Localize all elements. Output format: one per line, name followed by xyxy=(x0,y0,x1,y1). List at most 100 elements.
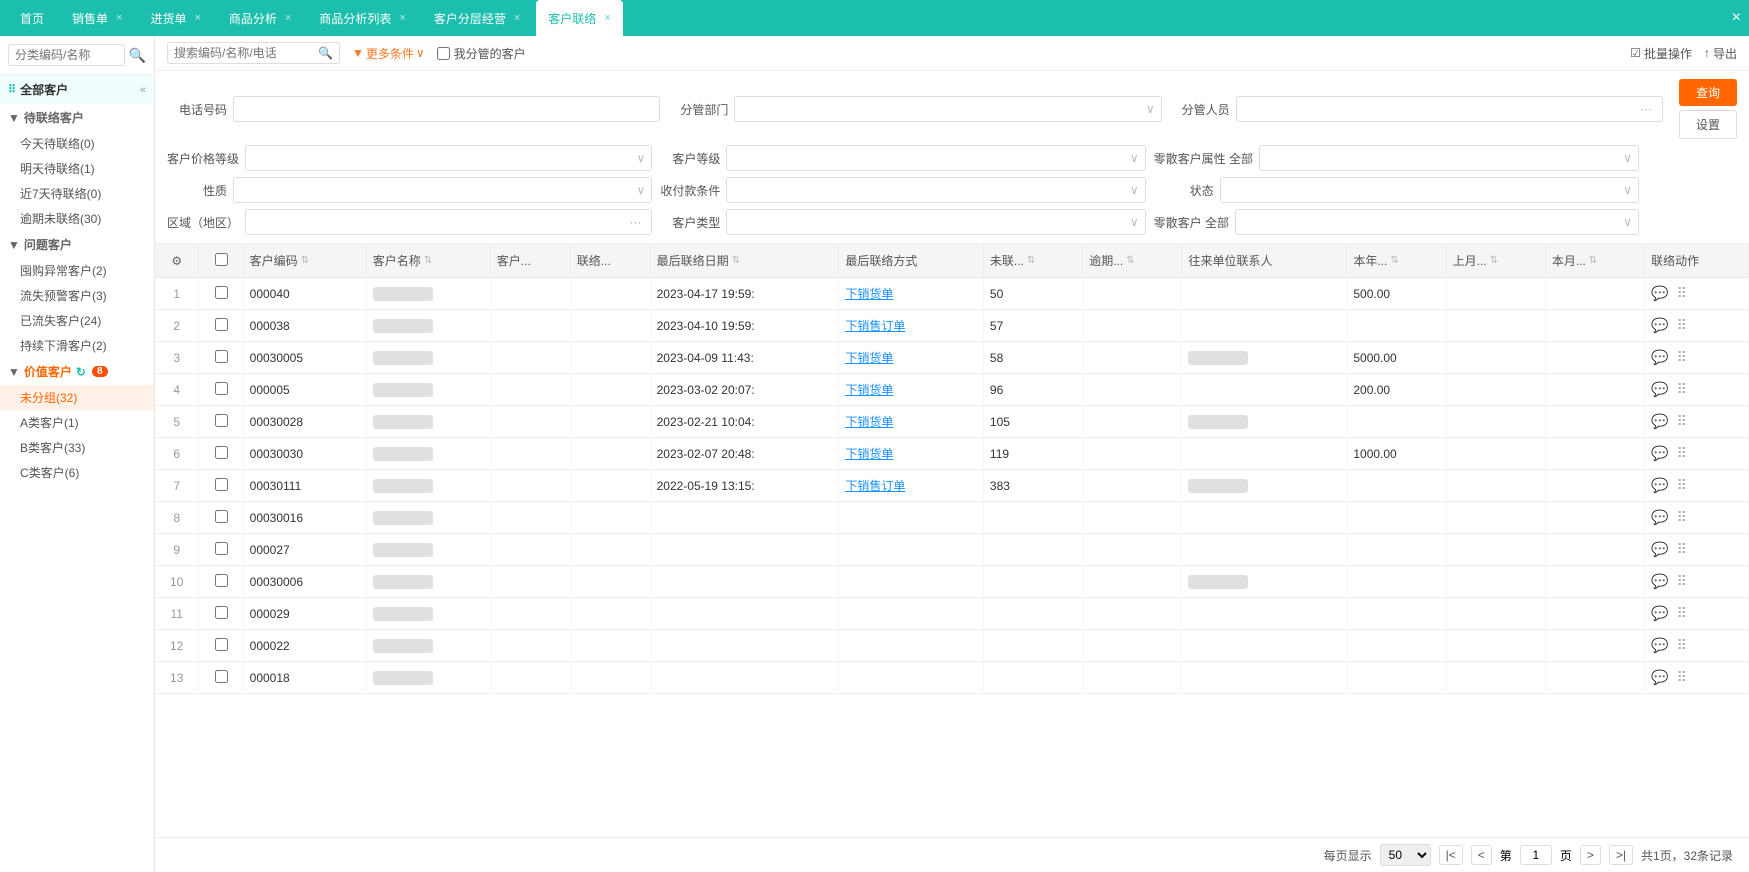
message-icon[interactable]: 💬 xyxy=(1651,477,1668,494)
sidebar-item-ungroup[interactable]: 未分组(32) xyxy=(0,385,154,410)
row-checkbox[interactable] xyxy=(215,670,228,683)
sidebar-group-value[interactable]: ▼ 价值客户 ↻ 8 xyxy=(0,358,154,385)
input-price-grade[interactable]: ∨ xyxy=(245,145,652,171)
sidebar-group-problem[interactable]: ▼ 问题客户 xyxy=(0,231,154,258)
first-page-button[interactable]: |< xyxy=(1439,845,1463,865)
refresh-icon[interactable]: ↻ xyxy=(76,365,86,379)
grid-action-icon[interactable]: ⠿ xyxy=(1677,317,1687,334)
message-icon[interactable]: 💬 xyxy=(1651,605,1668,622)
close-icon[interactable]: × xyxy=(399,12,405,24)
grid-action-icon[interactable]: ⠿ xyxy=(1677,509,1687,526)
message-icon[interactable]: 💬 xyxy=(1651,445,1668,462)
sidebar-item-class-b[interactable]: B类客户(33) xyxy=(0,435,154,460)
close-all-button[interactable]: × xyxy=(1732,9,1741,27)
export-button[interactable]: ↑ 导出 xyxy=(1704,45,1737,62)
grid-action-icon[interactable]: ⠿ xyxy=(1677,669,1687,686)
th-settings[interactable]: ⚙ xyxy=(155,244,199,278)
sidebar-all-customers[interactable]: ⠿ 全部客户 « xyxy=(0,75,154,104)
sidebar-item-abnormal[interactable]: 囤购异常客户(2) xyxy=(0,258,154,283)
row-checkbox[interactable] xyxy=(215,382,228,395)
filter-search-input[interactable] xyxy=(174,46,314,60)
sidebar-item-today[interactable]: 今天待联络(0) xyxy=(0,131,154,156)
my-customers-check[interactable] xyxy=(437,47,450,60)
sidebar-group-pending[interactable]: ▼ 待联络客户 xyxy=(0,104,154,131)
close-icon[interactable]: × xyxy=(194,12,200,24)
last-method-link[interactable]: 下销货单 xyxy=(845,383,893,397)
sidebar-item-7days[interactable]: 近7天待联络(0) xyxy=(0,181,154,206)
nav-tab-1[interactable]: 进货单 × xyxy=(138,0,212,36)
row-checkbox[interactable] xyxy=(215,318,228,331)
sidebar-search-input[interactable] xyxy=(8,44,125,66)
grid-action-icon[interactable]: ⠿ xyxy=(1677,349,1687,366)
more-conditions-button[interactable]: ▼ 更多条件 ∨ xyxy=(352,45,425,62)
sidebar-item-declining[interactable]: 持续下滑客户(2) xyxy=(0,333,154,358)
close-icon[interactable]: × xyxy=(116,12,122,24)
grid-action-icon[interactable]: ⠿ xyxy=(1677,477,1687,494)
input-nature[interactable]: ∨ xyxy=(233,177,652,203)
filter-search-icon[interactable]: 🔍 xyxy=(318,46,333,60)
message-icon[interactable]: 💬 xyxy=(1651,669,1668,686)
grid-action-icon[interactable]: ⠿ xyxy=(1677,605,1687,622)
last-method-link[interactable]: 下销售订单 xyxy=(845,319,905,333)
input-person[interactable]: ··· xyxy=(1236,96,1663,122)
message-icon[interactable]: 💬 xyxy=(1651,509,1668,526)
page-size-select[interactable]: 50 20 100 xyxy=(1380,844,1431,866)
row-checkbox[interactable] xyxy=(215,510,228,523)
last-method-link[interactable]: 下销货单 xyxy=(845,351,893,365)
reset-button[interactable]: 设置 xyxy=(1679,110,1737,139)
th-checkbox[interactable] xyxy=(199,244,243,278)
sidebar-item-class-a[interactable]: A类客户(1) xyxy=(0,410,154,435)
next-page-button[interactable]: > xyxy=(1580,845,1601,865)
input-dept[interactable]: ∨ xyxy=(734,96,1161,122)
last-method-link[interactable]: 下销货单 xyxy=(845,415,893,429)
batch-ops-button[interactable]: ☑ 批量操作 xyxy=(1630,45,1692,62)
input-phone[interactable] xyxy=(233,96,660,122)
collapse-icon[interactable]: « xyxy=(140,84,146,96)
grid-action-icon[interactable]: ⠿ xyxy=(1677,637,1687,654)
query-button[interactable]: 查询 xyxy=(1679,79,1737,106)
sidebar-item-warning[interactable]: 流失预警客户(3) xyxy=(0,283,154,308)
nav-tab-3[interactable]: 商品分析列表 × xyxy=(307,0,417,36)
grid-action-icon[interactable]: ⠿ xyxy=(1677,541,1687,558)
nav-tab-4[interactable]: 客户分层经营 × xyxy=(422,0,532,36)
dots-icon[interactable]: ··· xyxy=(1636,102,1656,116)
row-checkbox[interactable] xyxy=(215,446,228,459)
row-checkbox[interactable] xyxy=(215,606,228,619)
message-icon[interactable]: 💬 xyxy=(1651,413,1668,430)
sidebar-item-lost[interactable]: 已流失客户(24) xyxy=(0,308,154,333)
close-icon[interactable]: × xyxy=(285,12,291,24)
close-icon[interactable]: × xyxy=(604,12,610,24)
message-icon[interactable]: 💬 xyxy=(1651,573,1668,590)
input-retail[interactable]: ∨ xyxy=(1235,209,1639,235)
grid-action-icon[interactable]: ⠿ xyxy=(1677,573,1687,590)
message-icon[interactable]: 💬 xyxy=(1651,317,1668,334)
message-icon[interactable]: 💬 xyxy=(1651,637,1668,654)
dots-icon[interactable]: ··· xyxy=(625,215,645,229)
page-number-input[interactable] xyxy=(1520,845,1552,865)
row-checkbox[interactable] xyxy=(215,574,228,587)
nav-tab-0[interactable]: 销售单 × xyxy=(60,0,134,36)
nav-tab-2[interactable]: 商品分析 × xyxy=(217,0,303,36)
sidebar-item-class-c[interactable]: C类客户(6) xyxy=(0,460,154,485)
message-icon[interactable]: 💬 xyxy=(1651,381,1668,398)
input-type[interactable]: ∨ xyxy=(726,209,1145,235)
nav-home[interactable]: 首页 xyxy=(8,0,56,36)
row-checkbox[interactable] xyxy=(215,350,228,363)
input-region[interactable]: ··· xyxy=(245,209,652,235)
row-checkbox[interactable] xyxy=(215,478,228,491)
message-icon[interactable]: 💬 xyxy=(1651,285,1668,302)
row-checkbox[interactable] xyxy=(215,542,228,555)
sidebar-item-overdue[interactable]: 逾期未联络(30) xyxy=(0,206,154,231)
select-all-checkbox[interactable] xyxy=(215,253,228,266)
input-retail-attr[interactable]: ∨ xyxy=(1259,145,1639,171)
row-checkbox[interactable] xyxy=(215,414,228,427)
input-customer-grade[interactable]: ∨ xyxy=(726,145,1145,171)
message-icon[interactable]: 💬 xyxy=(1651,541,1668,558)
grid-action-icon[interactable]: ⠿ xyxy=(1677,413,1687,430)
last-method-link[interactable]: 下销货单 xyxy=(845,447,893,461)
sidebar-search-icon[interactable]: 🔍 xyxy=(129,47,146,64)
sidebar-item-tomorrow[interactable]: 明天待联络(1) xyxy=(0,156,154,181)
message-icon[interactable]: 💬 xyxy=(1651,349,1668,366)
last-method-link[interactable]: 下销售订单 xyxy=(845,479,905,493)
row-checkbox[interactable] xyxy=(215,286,228,299)
